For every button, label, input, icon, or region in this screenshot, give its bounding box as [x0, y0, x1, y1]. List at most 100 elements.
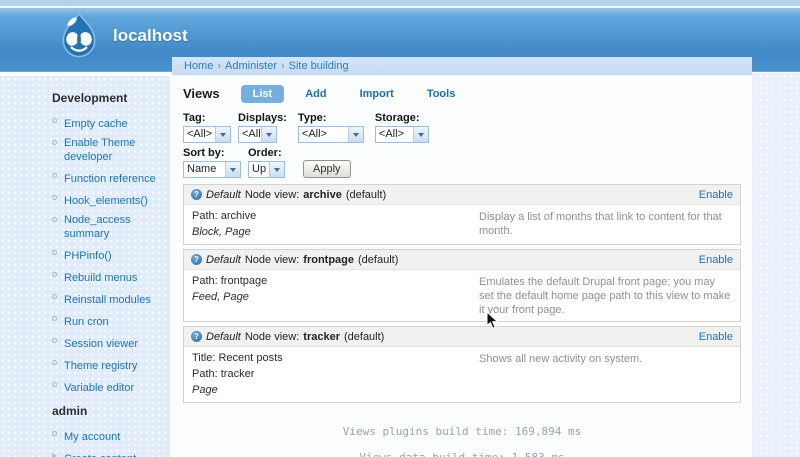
circle-bullet-icon: [52, 338, 57, 343]
order-label: Order:: [248, 147, 282, 159]
sidebar-heading-admin: admin: [52, 404, 88, 418]
view-type-label: Node view:: [244, 330, 300, 343]
circle-bullet-icon: [52, 431, 57, 436]
dropdown-arrow-icon: [347, 127, 363, 142]
type-select-value: <All>: [301, 128, 327, 140]
circle-bullet-icon: [52, 195, 57, 200]
breadcrumb-link-site-building[interactable]: Site building: [289, 60, 349, 72]
sidebar-link[interactable]: Run cron: [64, 315, 109, 329]
view-detail: Title: Recent posts: [192, 352, 283, 364]
storage-select-value: <All>: [378, 128, 404, 140]
apply-button[interactable]: Apply: [303, 160, 351, 178]
circle-bullet-icon: [52, 118, 57, 123]
sidebar-item-empty-cache: Empty cache: [52, 114, 170, 132]
sort-by-select[interactable]: Name: [183, 161, 241, 178]
sort-by-label: Sort by:: [183, 147, 225, 159]
tab-tools[interactable]: Tools: [415, 85, 468, 103]
tag-filter-label: Tag:: [183, 112, 206, 124]
help-icon[interactable]: ?: [191, 331, 202, 342]
tag-select-value: <All>: [187, 128, 213, 140]
sidebar-link[interactable]: Session viewer: [64, 337, 138, 351]
sidebar-heading-development: Development: [52, 91, 128, 105]
sidebar-link[interactable]: Empty cache: [64, 117, 128, 131]
view-row-frontpage: ? Default Node view: frontpage (default)…: [183, 249, 741, 322]
sidebar-item-run-cron: Run cron: [52, 312, 170, 330]
help-icon[interactable]: ?: [191, 254, 202, 265]
right-page-margin: [752, 73, 800, 457]
circle-bullet-icon: [52, 360, 57, 365]
view-description: Emulates the default Drupal front page; …: [479, 276, 731, 316]
view-description: Shows all new activity on system.: [479, 353, 643, 365]
sidebar-link[interactable]: Hook_elements(): [64, 194, 148, 208]
circle-bullet-icon: [52, 140, 57, 145]
circle-bullet-icon: [52, 250, 57, 255]
dropdown-arrow-icon: [261, 127, 276, 142]
sidebar-link[interactable]: My account: [64, 430, 120, 444]
circle-bullet-icon: [52, 173, 57, 178]
displays-select[interactable]: <All>: [238, 126, 277, 143]
view-name: frontpage: [303, 253, 355, 266]
circle-bullet-icon: [52, 294, 57, 299]
view-displays: Page: [192, 384, 218, 396]
tab-list[interactable]: List: [240, 84, 285, 103]
dropdown-arrow-icon: [215, 127, 230, 142]
sidebar-link[interactable]: Rebuild menus: [64, 271, 137, 285]
view-default-flag: Default: [206, 330, 241, 343]
view-suffix: (default): [343, 330, 385, 343]
tab-add[interactable]: Add: [293, 85, 338, 103]
view-description: Display a list of months that link to co…: [479, 211, 722, 237]
data-build-time: Views data build time: 1.583 ms: [183, 451, 741, 457]
view-displays: Block, Page: [192, 226, 251, 238]
circle-bullet-icon: [52, 217, 57, 222]
tab-import[interactable]: Import: [348, 85, 406, 103]
sidebar-item-function-reference: Function reference: [52, 169, 170, 187]
sidebar-item-hook-elements: Hook_elements(): [52, 191, 170, 209]
view-suffix: (default): [345, 188, 387, 201]
enable-link[interactable]: Enable: [699, 189, 733, 201]
view-suffix: (default): [358, 253, 399, 266]
breadcrumb-separator: ›: [217, 60, 222, 72]
sidebar-link[interactable]: Node_access summary: [64, 213, 168, 241]
breadcrumb: Home › Administer › Site building: [172, 57, 752, 76]
sidebar-link[interactable]: Reinstall modules: [64, 293, 151, 307]
sidebar-link[interactable]: Theme registry: [64, 359, 137, 373]
view-name: tracker: [303, 330, 340, 343]
sidebar-item-variable-editor: Variable editor: [52, 378, 170, 396]
enable-link[interactable]: Enable: [699, 331, 733, 343]
help-icon[interactable]: ?: [191, 189, 202, 200]
tag-select[interactable]: <All>: [183, 126, 231, 143]
filters-row-1: Tag: <All> Displays: <All> Type:: [183, 112, 741, 143]
breadcrumb-link-administer[interactable]: Administer: [225, 60, 277, 72]
view-row-tracker: ? Default Node view: tracker (default) E…: [183, 326, 741, 403]
sidebar-link[interactable]: Create content: [64, 452, 136, 457]
sidebar-link[interactable]: Enable Theme developer: [64, 136, 168, 164]
enable-link[interactable]: Enable: [699, 254, 733, 266]
breadcrumb-link-home[interactable]: Home: [184, 60, 213, 72]
plugins-build-time: Views plugins build time: 169.894 ms: [342, 425, 582, 438]
sidebar-item-create-content: Create content: [52, 449, 170, 457]
circle-bullet-icon: [52, 382, 57, 387]
view-default-flag: Default: [206, 188, 241, 201]
view-displays: Feed, Page: [192, 291, 249, 303]
sidebar-link[interactable]: PHPinfo(): [64, 249, 112, 263]
view-detail: Path: frontpage: [192, 275, 268, 287]
storage-select[interactable]: <All>: [374, 126, 429, 143]
sidebar-item-theme-registry: Theme registry: [52, 356, 170, 374]
sidebar-item-reinstall-modules: Reinstall modules: [52, 290, 170, 308]
site-name-link[interactable]: localhost: [113, 26, 188, 46]
main-content-panel: Home › Administer › Site building Views List…: [172, 57, 752, 457]
dropdown-arrow-icon: [225, 162, 240, 177]
view-name: archive: [303, 188, 342, 201]
order-select[interactable]: Up: [248, 161, 285, 178]
sidebar-section-admin: admin My account Create content Administ…: [0, 404, 170, 457]
view-row-archive: ? Default Node view: archive (default) E…: [183, 184, 741, 245]
build-time-stats: Views plugins build time: 169.894 ms Vie…: [183, 425, 741, 457]
sidebar-item-rebuild-menus: Rebuild menus: [52, 268, 170, 286]
sidebar-item-phpinfo: PHPinfo(): [52, 246, 170, 264]
dropdown-arrow-icon: [412, 127, 428, 142]
view-type-label: Node view:: [244, 188, 300, 201]
type-select[interactable]: <All>: [297, 126, 364, 143]
sidebar-link[interactable]: Variable editor: [64, 381, 134, 395]
sidebar: Development Empty cache Enable Theme dev…: [0, 76, 170, 457]
sidebar-link[interactable]: Function reference: [64, 172, 156, 186]
